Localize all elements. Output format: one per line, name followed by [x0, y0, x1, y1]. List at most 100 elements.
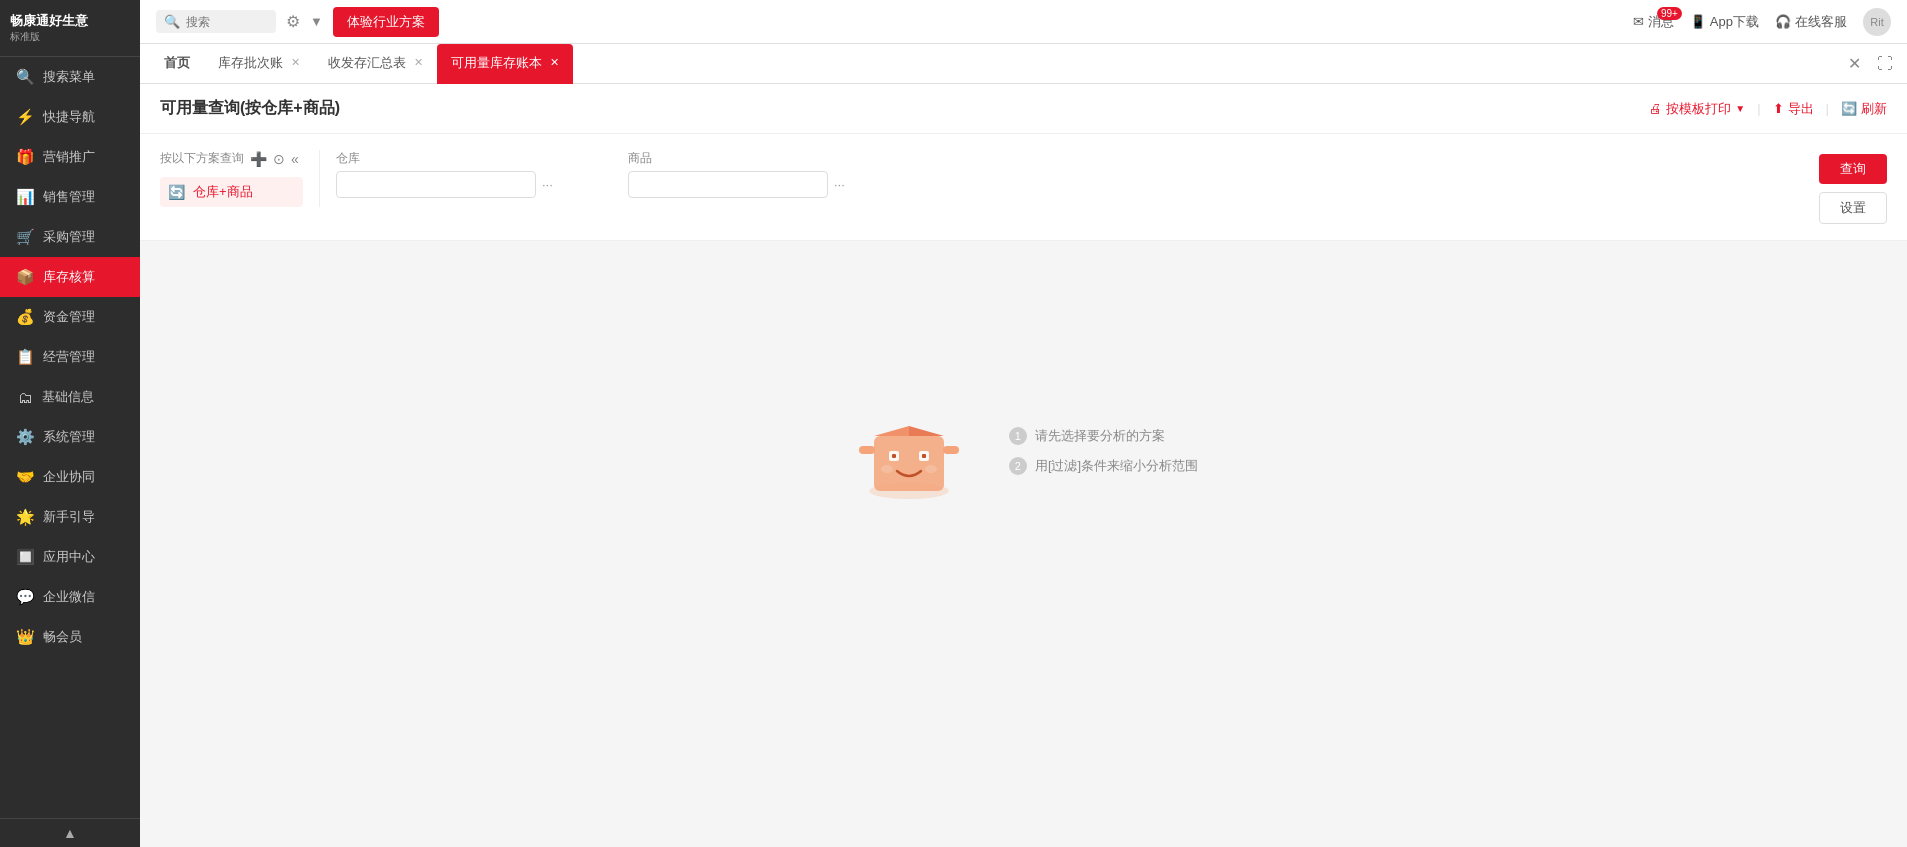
- page-header-actions: 🖨 按模板打印 ▼ | ⬆ 导出 | 🔄 刷新: [1649, 100, 1887, 118]
- tabs-bar: 首页 库存批次账 ✕ 收发存汇总表 ✕ 可用量库存账本 ✕ ✕ ⛶: [140, 44, 1907, 84]
- tip-text-1: 请先选择要分析的方案: [1035, 427, 1165, 445]
- print-label: 按模板打印: [1666, 100, 1731, 118]
- message-icon: ✉: [1633, 14, 1644, 29]
- tab-label: 收发存汇总表: [328, 54, 406, 72]
- app-download-label: App下载: [1710, 13, 1759, 31]
- sidebar-item-label: 快捷导航: [43, 108, 95, 126]
- tab-receipt-summary[interactable]: 收发存汇总表 ✕: [314, 44, 437, 84]
- refresh-btn[interactable]: 🔄 刷新: [1841, 100, 1887, 118]
- tab-batch-account[interactable]: 库存批次账 ✕: [204, 44, 314, 84]
- svg-marker-2: [874, 426, 909, 436]
- tip-num-2: 2: [1009, 457, 1027, 475]
- sidebar-item-label: 搜索菜单: [43, 68, 95, 86]
- tab-label: 库存批次账: [218, 54, 283, 72]
- notification-btn[interactable]: ✉ 消息 99+: [1633, 13, 1674, 31]
- collapse-scheme-icon[interactable]: «: [291, 151, 299, 167]
- notification-badge: 99+: [1657, 7, 1682, 20]
- print-icon: 🖨: [1649, 101, 1662, 116]
- warehouse-label: 仓库: [336, 150, 616, 167]
- sidebar-item-marketing[interactable]: 🎁 营销推广: [0, 137, 140, 177]
- app-center-icon: 🔲: [16, 548, 35, 566]
- online-service-label: 在线客服: [1795, 13, 1847, 31]
- scheme-item-label: 仓库+商品: [193, 183, 253, 201]
- divider: |: [1757, 101, 1760, 116]
- operations-icon: 📋: [16, 348, 35, 366]
- scheme-header-label: 按以下方案查询: [160, 150, 244, 167]
- sidebar-item-purchase[interactable]: 🛒 采购管理: [0, 217, 140, 257]
- gear-icon[interactable]: ⚙: [286, 12, 300, 31]
- svg-rect-6: [892, 454, 896, 458]
- print-btn[interactable]: 🖨 按模板打印 ▼: [1649, 100, 1745, 118]
- main-area: 🔍 ⚙ ▼ 体验行业方案 ✉ 消息 99+ 📱 App下载 🎧 在线客服 Rit: [140, 0, 1907, 847]
- scheme-refresh-icon: 🔄: [168, 184, 185, 200]
- purchase-icon: 🛒: [16, 228, 35, 246]
- scheme-item-warehouse-product[interactable]: 🔄 仓库+商品: [160, 177, 303, 207]
- warehouse-input-row: ···: [336, 171, 616, 198]
- sidebar-item-basic[interactable]: 🗂 基础信息: [0, 377, 140, 417]
- close-icon[interactable]: ✕: [414, 56, 423, 69]
- sidebar-item-label: 应用中心: [43, 548, 95, 566]
- filter-area: 按以下方案查询 ➕ ⊙ « 🔄 仓库+商品 仓库 ···: [140, 134, 1907, 241]
- expand-icon[interactable]: ⛶: [1873, 51, 1897, 77]
- member-icon: 👑: [16, 628, 35, 646]
- product-more-btn[interactable]: ···: [834, 177, 845, 192]
- sidebar-item-system[interactable]: ⚙️ 系统管理: [0, 417, 140, 457]
- filter-fields: 仓库 ··· 商品 ···: [336, 150, 1803, 198]
- avatar[interactable]: Rit: [1863, 8, 1891, 36]
- tab-home[interactable]: 首页: [150, 44, 204, 84]
- empty-tips: 1 请先选择要分析的方案 2 用[过滤]条件来缩小分析范围: [1009, 427, 1198, 475]
- sidebar-item-cooperation[interactable]: 🤝 企业协同: [0, 457, 140, 497]
- svg-rect-1: [874, 436, 944, 491]
- filter-scheme-header: 按以下方案查询 ➕ ⊙ «: [160, 150, 303, 167]
- sidebar-item-app-center[interactable]: 🔲 应用中心: [0, 537, 140, 577]
- add-scheme-icon[interactable]: ➕: [250, 151, 267, 167]
- online-service-btn[interactable]: 🎧 在线客服: [1775, 13, 1847, 31]
- industry-btn[interactable]: 体验行业方案: [333, 7, 439, 37]
- warehouse-input[interactable]: [336, 171, 536, 198]
- close-tab-icon[interactable]: ✕: [1844, 50, 1865, 77]
- finance-icon: 💰: [16, 308, 35, 326]
- sidebar-collapse[interactable]: ▲: [0, 818, 140, 847]
- settings-button[interactable]: 设置: [1819, 192, 1887, 224]
- sidebar-item-label: 经营管理: [43, 348, 95, 366]
- inventory-icon: 📦: [16, 268, 35, 286]
- sidebar-item-guide[interactable]: 🌟 新手引导: [0, 497, 140, 537]
- svg-point-11: [925, 465, 937, 473]
- sidebar-item-wechat[interactable]: 💬 企业微信: [0, 577, 140, 617]
- sidebar-item-label: 库存核算: [43, 268, 95, 286]
- sidebar-item-label: 新手引导: [43, 508, 95, 526]
- sidebar-item-label: 资金管理: [43, 308, 95, 326]
- collapse-btn[interactable]: ▲: [63, 825, 77, 841]
- print-dropdown-icon[interactable]: ▼: [1735, 103, 1745, 114]
- filter-field-product: 商品 ···: [628, 150, 908, 198]
- sidebar-item-search[interactable]: 🔍 搜索菜单: [0, 57, 140, 97]
- sidebar-item-sales[interactable]: 📊 销售管理: [0, 177, 140, 217]
- sidebar-item-quick-nav[interactable]: ⚡ 快捷导航: [0, 97, 140, 137]
- tab-available-ledger[interactable]: 可用量库存账本 ✕: [437, 44, 573, 84]
- sidebar-item-label: 企业协同: [43, 468, 95, 486]
- product-input[interactable]: [628, 171, 828, 198]
- filter-field-warehouse: 仓库 ···: [336, 150, 616, 198]
- phone-icon: 📱: [1690, 14, 1706, 29]
- export-btn[interactable]: ⬆ 导出: [1773, 100, 1814, 118]
- app-download-btn[interactable]: 📱 App下载: [1690, 13, 1759, 31]
- sidebar-item-inventory[interactable]: 📦 库存核算: [0, 257, 140, 297]
- close-icon[interactable]: ✕: [550, 56, 559, 69]
- tip-text-2: 用[过滤]条件来缩小分析范围: [1035, 457, 1198, 475]
- svg-rect-9: [943, 446, 959, 454]
- chevron-down-icon[interactable]: ▼: [310, 14, 323, 29]
- tip-num-1: 1: [1009, 427, 1027, 445]
- close-icon[interactable]: ✕: [291, 56, 300, 69]
- sidebar-item-operations[interactable]: 📋 经营管理: [0, 337, 140, 377]
- header-right: ✉ 消息 99+ 📱 App下载 🎧 在线客服 Rit: [1633, 8, 1891, 36]
- page-content: 可用量查询(按仓库+商品) 🖨 按模板打印 ▼ | ⬆ 导出 | 🔄 刷新: [140, 84, 1907, 847]
- header-search-box[interactable]: 🔍: [156, 10, 276, 33]
- query-button[interactable]: 查询: [1819, 154, 1887, 184]
- warehouse-more-btn[interactable]: ···: [542, 177, 553, 192]
- basic-icon: 🗂: [16, 389, 34, 406]
- empty-state: 1 请先选择要分析的方案 2 用[过滤]条件来缩小分析范围: [140, 241, 1907, 661]
- sidebar-item-member[interactable]: 👑 畅会员: [0, 617, 140, 657]
- settings-scheme-icon[interactable]: ⊙: [273, 151, 285, 167]
- header-search-input[interactable]: [186, 15, 266, 29]
- sidebar-item-finance[interactable]: 💰 资金管理: [0, 297, 140, 337]
